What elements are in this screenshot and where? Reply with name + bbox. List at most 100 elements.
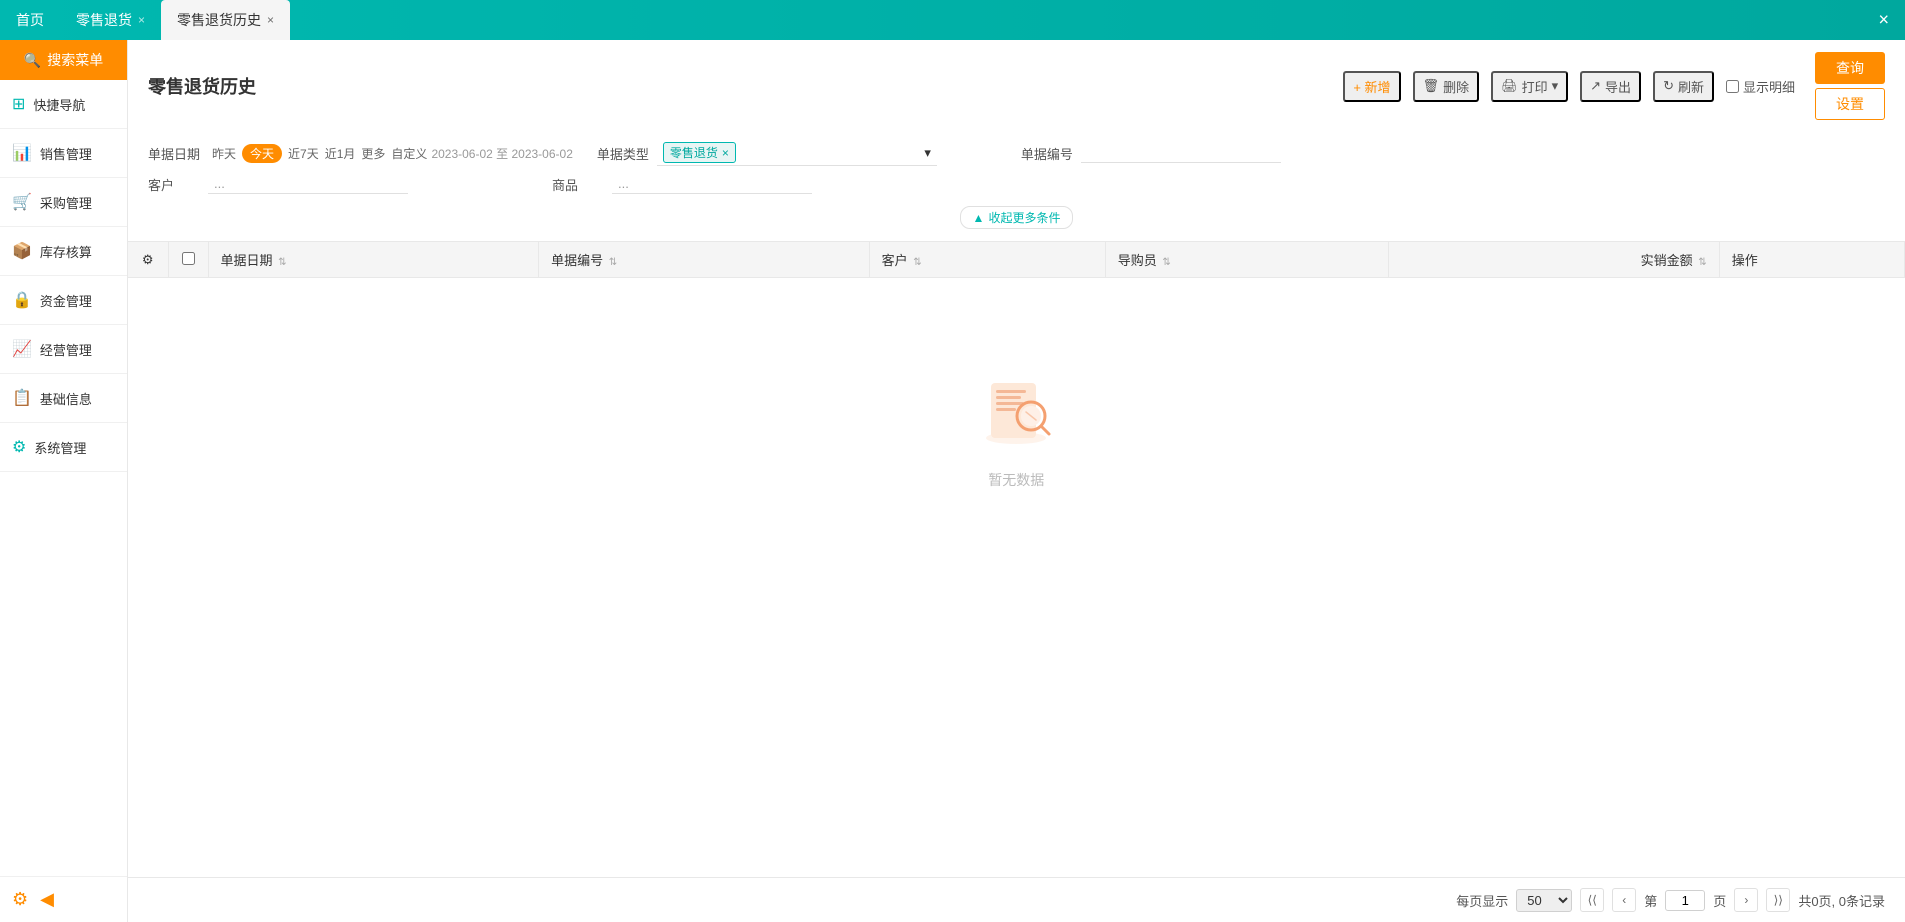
table-container: ⚙ 单据日期 ⇅ 单据编号 ⇅ 客户 ⇅	[128, 242, 1905, 877]
col-customer-sort[interactable]: ⇅	[913, 257, 921, 268]
filter-area: 单据日期 昨天 今天 近7天 近1月 更多 自定义 2023-06-02 至 2…	[148, 132, 1885, 241]
collapse-icon: ▲	[973, 211, 985, 225]
print-dropdown-icon: ▾	[1552, 78, 1559, 94]
refresh-button[interactable]: ↻ 刷新	[1653, 71, 1714, 102]
page-title-bar: 零售退货历史 + 新增 🗑 删除 🖨 打印 ▾	[148, 52, 1885, 120]
tab-retail-return[interactable]: 零售退货 ×	[60, 0, 161, 40]
collapse-sidebar-icon[interactable]: ◀	[40, 889, 54, 910]
sidebar-item-finance[interactable]: 🔒 资金管理	[0, 276, 127, 325]
customer-input[interactable]	[208, 174, 408, 194]
col-guide-sort[interactable]: ⇅	[1162, 257, 1170, 268]
col-actual-amount-sort[interactable]: ⇅	[1698, 257, 1706, 268]
collapse-more: ▲ 收起更多条件	[148, 202, 1885, 233]
top-bar: 首页 零售退货 × 零售退货历史 × ×	[0, 0, 1905, 40]
sidebar-item-purchase-mgmt[interactable]: 🛒 采购管理	[0, 178, 127, 227]
col-voucher-date[interactable]: 单据日期 ⇅	[208, 242, 539, 278]
next-page-button[interactable]: ›	[1734, 888, 1758, 912]
voucher-type-remove[interactable]: ×	[722, 146, 729, 160]
sidebar-search[interactable]: 🔍 搜索菜单	[0, 40, 127, 80]
sidebar-item-inventory[interactable]: 📦 库存核算	[0, 227, 127, 276]
filter-customer: 客户	[148, 174, 468, 194]
delete-button[interactable]: 🗑 删除	[1413, 71, 1480, 102]
show-detail-checkbox[interactable]	[1726, 80, 1739, 93]
jump-label: 第	[1644, 891, 1657, 910]
export-button[interactable]: ↗ 导出	[1580, 71, 1641, 102]
tab-retail-return-close[interactable]: ×	[138, 13, 145, 27]
col-guide-label: 导购员	[1118, 253, 1157, 268]
tab-home[interactable]: 首页	[0, 0, 60, 40]
tab-retail-return-history-close[interactable]: ×	[267, 13, 274, 27]
sidebar-item-quick-nav[interactable]: ⊞ 快捷导航	[0, 80, 127, 129]
content-area: 零售退货历史 + 新增 🗑 删除 🖨 打印 ▾	[128, 40, 1905, 922]
date-opt-yesterday[interactable]: 昨天	[212, 145, 236, 162]
query-button[interactable]: 查询	[1815, 52, 1885, 84]
col-voucher-no[interactable]: 单据编号 ⇅	[539, 242, 870, 278]
voucher-type-tag: 零售退货 ×	[663, 142, 736, 163]
sidebar-item-sys-mgmt[interactable]: ⚙ 系统管理	[0, 423, 127, 472]
col-action: 操作	[1719, 242, 1904, 278]
voucher-no-label: 单据编号	[1021, 144, 1081, 163]
print-icon: 🖨	[1501, 78, 1518, 94]
last-page-button[interactable]: ⟩⟩	[1766, 888, 1790, 912]
toolbar: + 新增 🗑 删除 🖨 打印 ▾ ↗ 导出	[1343, 71, 1795, 102]
delete-icon: 🗑	[1423, 78, 1440, 94]
page-header: 零售退货历史 + 新增 🗑 删除 🖨 打印 ▾	[128, 40, 1905, 242]
sys-icon: ⚙	[12, 437, 26, 457]
filter-goods: 商品	[552, 174, 872, 194]
sidebar-item-sales-mgmt[interactable]: 📊 销售管理	[0, 129, 127, 178]
empty-state: 暂无数据	[128, 278, 1905, 570]
page-label: 页	[1713, 891, 1726, 910]
date-opt-7days[interactable]: 近7天	[288, 145, 319, 162]
page-title: 零售退货历史	[148, 73, 256, 99]
date-opt-1month[interactable]: 近1月	[325, 145, 356, 162]
print-button[interactable]: 🖨 打印 ▾	[1491, 71, 1568, 102]
first-page-button[interactable]: ⟨⟨	[1580, 888, 1604, 912]
table-body: 暂无数据	[128, 278, 1905, 571]
empty-text: 暂无数据	[988, 470, 1044, 490]
filter-voucher-no: 单据编号	[1021, 143, 1321, 163]
voucher-no-input[interactable]	[1081, 143, 1281, 163]
col-actual-amount[interactable]: 实销金额 ⇅	[1389, 242, 1720, 278]
new-button[interactable]: + 新增	[1343, 71, 1400, 102]
show-detail-label[interactable]: 显示明细	[1726, 77, 1795, 96]
col-checkbox[interactable]	[168, 242, 208, 278]
date-range: 2023-06-02 至 2023-06-02	[431, 145, 572, 162]
page-size-label: 每页显示	[1456, 891, 1508, 910]
page-number-input[interactable]	[1665, 890, 1705, 911]
voucher-type-dropdown-icon[interactable]: ▾	[924, 145, 931, 161]
date-options: 昨天 今天 近7天 近1月 更多 自定义	[212, 144, 427, 163]
filter-row-2: 客户 商品	[148, 174, 1885, 194]
voucher-type-label: 单据类型	[597, 144, 657, 163]
refresh-icon: ↻	[1663, 78, 1674, 94]
sidebar-item-base-info[interactable]: 📋 基础信息	[0, 374, 127, 423]
col-guide[interactable]: 导购员 ⇅	[1105, 242, 1388, 278]
col-customer-label: 客户	[882, 253, 908, 268]
settings-bottom-icon[interactable]: ⚙	[12, 889, 28, 910]
col-voucher-date-sort[interactable]: ⇅	[278, 257, 286, 268]
date-opt-today[interactable]: 今天	[242, 144, 282, 163]
customer-label: 客户	[148, 175, 208, 194]
goods-input[interactable]	[612, 174, 812, 194]
collapse-button[interactable]: ▲ 收起更多条件	[960, 206, 1074, 229]
filter-voucher-type: 单据类型 零售退货 × ▾	[597, 140, 997, 166]
inventory-icon: 📦	[12, 241, 32, 261]
query-setting-group: 查询 设置	[1815, 52, 1885, 120]
setting-button[interactable]: 设置	[1815, 88, 1885, 120]
col-customer[interactable]: 客户 ⇅	[869, 242, 1105, 278]
window-close-button[interactable]: ×	[1878, 10, 1889, 31]
date-opt-custom[interactable]: 自定义	[391, 145, 427, 162]
export-icon: ↗	[1590, 78, 1601, 94]
filter-date: 单据日期 昨天 今天 近7天 近1月 更多 自定义 2023-06-02 至 2…	[148, 144, 573, 163]
prev-page-button[interactable]: ‹	[1612, 888, 1636, 912]
col-voucher-no-sort[interactable]: ⇅	[609, 257, 617, 268]
sidebar-item-ops-mgmt[interactable]: 📈 经营管理	[0, 325, 127, 374]
sidebar-bottom: ⚙ ◀	[0, 876, 127, 922]
date-opt-more[interactable]: 更多	[361, 145, 385, 162]
col-actual-amount-label: 实销金额	[1641, 253, 1693, 268]
col-settings[interactable]: ⚙	[128, 242, 168, 278]
date-label: 单据日期	[148, 144, 208, 163]
page-size-select[interactable]: 10 20 50 100	[1516, 889, 1572, 912]
select-all-checkbox[interactable]	[182, 252, 195, 265]
tab-retail-return-history[interactable]: 零售退货历史 ×	[161, 0, 290, 40]
ops-icon: 📈	[12, 339, 32, 359]
